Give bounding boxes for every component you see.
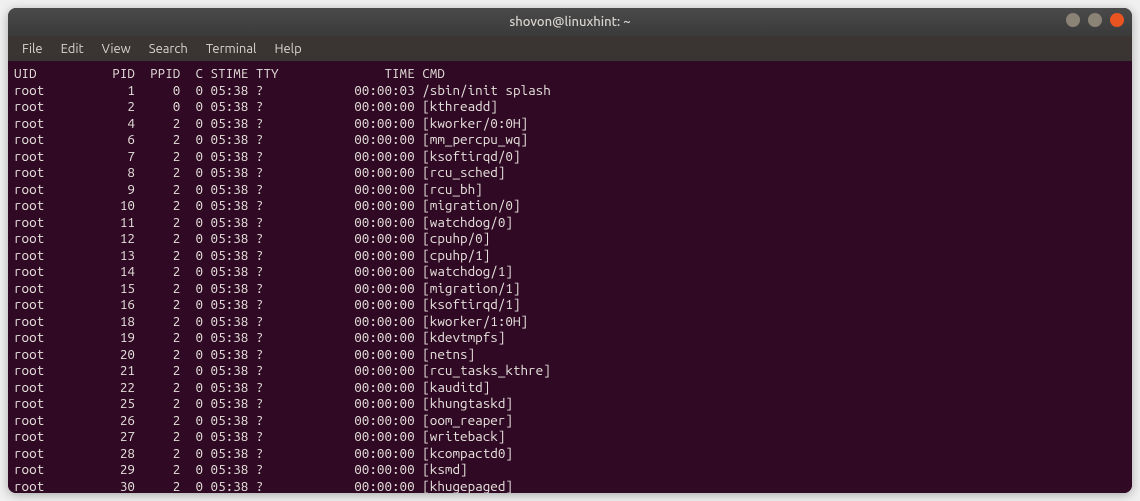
process-row: root 1 0 0 05:38 ? 00:00:03 /sbin/init s…	[14, 82, 1126, 99]
process-row: root 15 2 0 05:38 ? 00:00:00 [migration/…	[14, 280, 1126, 297]
close-icon[interactable]	[1110, 13, 1124, 27]
process-row: root 16 2 0 05:38 ? 00:00:00 [ksoftirqd/…	[14, 296, 1126, 313]
titlebar: shovon@linuxhint: ~	[8, 8, 1132, 36]
menu-file[interactable]: File	[14, 39, 51, 59]
window-title: shovon@linuxhint: ~	[509, 15, 630, 29]
process-row: root 19 2 0 05:38 ? 00:00:00 [kdevtmpfs]	[14, 329, 1126, 346]
menu-search[interactable]: Search	[141, 39, 196, 59]
menu-view[interactable]: View	[94, 39, 139, 59]
window-controls	[1066, 13, 1124, 27]
menu-terminal[interactable]: Terminal	[198, 39, 265, 59]
process-row: root 30 2 0 05:38 ? 00:00:00 [khugepaged…	[14, 478, 1126, 494]
process-row: root 28 2 0 05:38 ? 00:00:00 [kcompactd0…	[14, 445, 1126, 462]
process-row: root 12 2 0 05:38 ? 00:00:00 [cpuhp/0]	[14, 230, 1126, 247]
menubar: File Edit View Search Terminal Help	[8, 36, 1132, 61]
maximize-icon[interactable]	[1088, 13, 1102, 27]
process-row: root 9 2 0 05:38 ? 00:00:00 [rcu_bh]	[14, 181, 1126, 198]
process-row: root 20 2 0 05:38 ? 00:00:00 [netns]	[14, 346, 1126, 363]
process-row: root 21 2 0 05:38 ? 00:00:00 [rcu_tasks_…	[14, 362, 1126, 379]
process-row: root 6 2 0 05:38 ? 00:00:00 [mm_percpu_w…	[14, 131, 1126, 148]
process-row: root 4 2 0 05:38 ? 00:00:00 [kworker/0:0…	[14, 115, 1126, 132]
menu-help[interactable]: Help	[266, 39, 309, 59]
process-row: root 11 2 0 05:38 ? 00:00:00 [watchdog/0…	[14, 214, 1126, 231]
process-row: root 26 2 0 05:38 ? 00:00:00 [oom_reaper…	[14, 412, 1126, 429]
process-header: UID PID PPID C STIME TTY TIME CMD	[14, 65, 1126, 82]
process-row: root 14 2 0 05:38 ? 00:00:00 [watchdog/1…	[14, 263, 1126, 280]
process-row: root 27 2 0 05:38 ? 00:00:00 [writeback]	[14, 428, 1126, 445]
process-row: root 18 2 0 05:38 ? 00:00:00 [kworker/1:…	[14, 313, 1126, 330]
terminal-window: shovon@linuxhint: ~ File Edit View Searc…	[8, 8, 1132, 493]
process-row: root 2 0 0 05:38 ? 00:00:00 [kthreadd]	[14, 98, 1126, 115]
terminal-output[interactable]: UID PID PPID C STIME TTY TIME CMDroot 1 …	[8, 61, 1132, 493]
process-row: root 29 2 0 05:38 ? 00:00:00 [ksmd]	[14, 461, 1126, 478]
process-row: root 10 2 0 05:38 ? 00:00:00 [migration/…	[14, 197, 1126, 214]
process-row: root 22 2 0 05:38 ? 00:00:00 [kauditd]	[14, 379, 1126, 396]
process-row: root 13 2 0 05:38 ? 00:00:00 [cpuhp/1]	[14, 247, 1126, 264]
menu-edit[interactable]: Edit	[53, 39, 92, 59]
process-row: root 25 2 0 05:38 ? 00:00:00 [khungtaskd…	[14, 395, 1126, 412]
process-row: root 8 2 0 05:38 ? 00:00:00 [rcu_sched]	[14, 164, 1126, 181]
minimize-icon[interactable]	[1066, 13, 1080, 27]
process-row: root 7 2 0 05:38 ? 00:00:00 [ksoftirqd/0…	[14, 148, 1126, 165]
